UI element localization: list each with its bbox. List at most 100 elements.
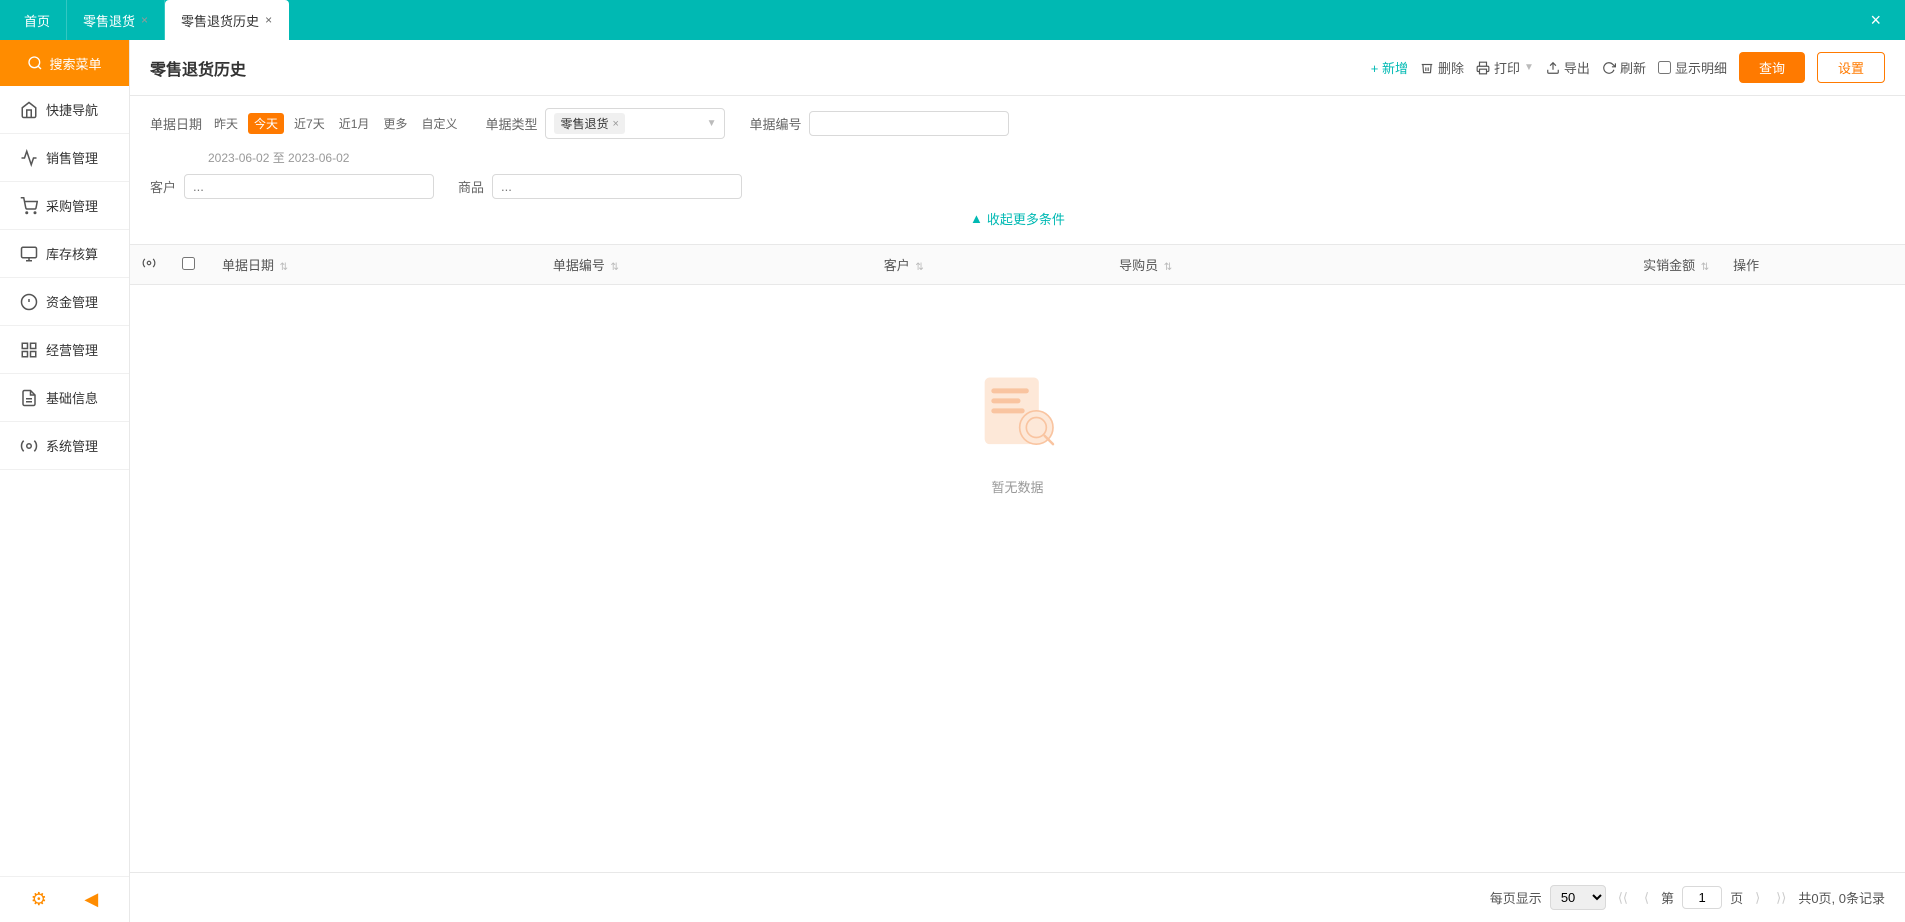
- page-unit: 页: [1730, 888, 1743, 907]
- per-page-select[interactable]: 10 20 50 100: [1550, 885, 1606, 910]
- col-customer[interactable]: 客户 ⇅: [872, 245, 1107, 285]
- sidebar-item-sales[interactable]: 销售管理: [0, 134, 129, 182]
- export-icon: [1546, 61, 1560, 75]
- tab-retail-return-history[interactable]: 零售退货历史 ×: [165, 0, 289, 40]
- tab-retail-return-label: 零售退货: [83, 11, 135, 30]
- page-prev-button[interactable]: ⟨: [1640, 888, 1653, 908]
- page-label: 第: [1661, 888, 1674, 907]
- page-summary: 共0页, 0条记录: [1798, 888, 1885, 907]
- goods-input[interactable]: [492, 174, 742, 199]
- sidebar-item-finance-label: 资金管理: [46, 292, 98, 311]
- col-date[interactable]: 单据日期 ⇅: [210, 245, 541, 285]
- finance-icon: [20, 293, 38, 311]
- sidebar-item-inventory-label: 库存核算: [46, 244, 98, 263]
- basic-info-icon: [20, 389, 38, 407]
- delete-icon: [1420, 61, 1434, 75]
- tab-retail-return[interactable]: 零售退货 ×: [67, 0, 165, 40]
- window-close-button[interactable]: ×: [1862, 10, 1889, 31]
- sidebar-item-system[interactable]: 系统管理: [0, 422, 129, 470]
- content-area: 零售退货历史 + 新增 删除 打印 ▼: [130, 40, 1905, 922]
- filter-item-date: 单据日期 昨天 今天 近7天 近1月 更多 自定义: [150, 113, 461, 134]
- date-btn-1month[interactable]: 近1月: [335, 113, 374, 134]
- date-btn-custom[interactable]: 自定义: [417, 113, 461, 134]
- query-button[interactable]: 查询: [1739, 52, 1805, 83]
- sidebar-item-quick-nav-label: 快捷导航: [46, 100, 98, 119]
- col-guide[interactable]: 导购员 ⇅: [1107, 245, 1390, 285]
- filter-row-1: 单据日期 昨天 今天 近7天 近1月 更多 自定义 单据类型: [150, 108, 1885, 139]
- type-tag: 零售退货 ×: [554, 113, 624, 134]
- goods-filter-label: 商品: [458, 177, 484, 196]
- pagination: 每页显示 10 20 50 100 ⟨⟨ ⟨ 第 页 ⟩ ⟩⟩ 共0页, 0条记…: [130, 872, 1905, 922]
- page-number-input[interactable]: [1682, 886, 1722, 909]
- type-select-chevron: ▼: [707, 118, 717, 129]
- table-settings-header[interactable]: [130, 245, 170, 285]
- data-table: 单据日期 ⇅ 单据编号 ⇅ 客户 ⇅ 导购员 ⇅: [130, 245, 1905, 576]
- customer-filter-label: 客户: [150, 177, 176, 196]
- delete-button[interactable]: 删除: [1420, 58, 1464, 77]
- date-btn-7days[interactable]: 近7天: [290, 113, 329, 134]
- tab-retail-return-history-close[interactable]: ×: [265, 13, 272, 27]
- sidebar-item-inventory[interactable]: 库存核算: [0, 230, 129, 278]
- sidebar-item-basic-info[interactable]: 基础信息: [0, 374, 129, 422]
- refresh-icon: [1602, 61, 1616, 75]
- top-bar: 首页 零售退货 × 零售退货历史 × ×: [0, 0, 1905, 40]
- date-filter-label: 单据日期: [150, 114, 202, 133]
- number-sort-icon: ⇅: [611, 262, 619, 273]
- date-btn-more[interactable]: 更多: [379, 113, 411, 134]
- collapse-label: 收起更多条件: [987, 209, 1065, 228]
- date-btn-today[interactable]: 今天: [248, 113, 284, 134]
- type-tag-close[interactable]: ×: [612, 118, 618, 130]
- select-all-checkbox[interactable]: [182, 257, 195, 270]
- management-icon: [20, 341, 38, 359]
- empty-state-icon: [968, 365, 1068, 465]
- sales-icon: [20, 149, 38, 167]
- date-sort-icon: ⇅: [280, 262, 288, 273]
- sidebar-item-purchase-label: 采购管理: [46, 196, 98, 215]
- page-header: 零售退货历史 + 新增 删除 打印 ▼: [130, 40, 1905, 96]
- sidebar-search[interactable]: 搜索菜单: [0, 40, 129, 86]
- sidebar-settings-button[interactable]: ⚙: [31, 889, 47, 910]
- page-last-button[interactable]: ⟩⟩: [1772, 888, 1790, 908]
- filter-item-goods: 商品: [458, 174, 742, 199]
- customer-input[interactable]: [184, 174, 434, 199]
- amount-sort-icon: ⇅: [1701, 262, 1709, 273]
- sidebar-item-management-label: 经营管理: [46, 340, 98, 359]
- page-first-button[interactable]: ⟨⟨: [1614, 888, 1632, 908]
- customer-sort-icon: ⇅: [915, 262, 923, 273]
- table-check-header[interactable]: [170, 245, 210, 285]
- add-button[interactable]: + 新增: [1371, 58, 1408, 77]
- refresh-button[interactable]: 刷新: [1602, 58, 1646, 77]
- main-layout: 搜索菜单 快捷导航 销售管理 采购管理 库存核算: [0, 40, 1905, 922]
- sidebar-item-quick-nav[interactable]: 快捷导航: [0, 86, 129, 134]
- settings-icon: [142, 256, 156, 270]
- filter-item-number: 单据编号: [749, 111, 1009, 136]
- sidebar-toggle-button[interactable]: ◀: [84, 889, 98, 910]
- table-header-row: 单据日期 ⇅ 单据编号 ⇅ 客户 ⇅ 导购员 ⇅: [130, 245, 1905, 285]
- tab-list: 首页 零售退货 × 零售退货历史 ×: [8, 0, 1862, 40]
- col-amount[interactable]: 实销金额 ⇅: [1390, 245, 1721, 285]
- show-detail-checkbox[interactable]: [1658, 61, 1671, 74]
- setting-button[interactable]: 设置: [1817, 52, 1885, 83]
- col-number[interactable]: 单据编号 ⇅: [541, 245, 872, 285]
- page-next-button[interactable]: ⟩: [1751, 888, 1764, 908]
- sidebar-search-label: 搜索菜单: [49, 54, 101, 73]
- sidebar-item-finance[interactable]: 资金管理: [0, 278, 129, 326]
- sidebar-bottom: ⚙ ◀: [0, 876, 129, 922]
- sidebar-item-purchase[interactable]: 采购管理: [0, 182, 129, 230]
- collapse-button[interactable]: ▲ 收起更多条件: [970, 209, 1065, 228]
- sidebar-item-management[interactable]: 经营管理: [0, 326, 129, 374]
- tab-retail-return-close[interactable]: ×: [141, 13, 148, 27]
- collapse-up-icon: ▲: [970, 211, 983, 226]
- filter-area: 单据日期 昨天 今天 近7天 近1月 更多 自定义 单据类型: [130, 96, 1905, 245]
- export-button[interactable]: 导出: [1546, 58, 1590, 77]
- type-filter-label: 单据类型: [485, 114, 537, 133]
- type-select[interactable]: 零售退货 × ▼: [545, 108, 725, 139]
- print-button[interactable]: 打印 ▼: [1476, 58, 1534, 77]
- date-btn-yesterday[interactable]: 昨天: [210, 113, 242, 134]
- tab-home[interactable]: 首页: [8, 0, 67, 40]
- date-range-display: 2023-06-02 至 2023-06-02: [208, 151, 349, 165]
- system-icon: [20, 437, 38, 455]
- filter-item-customer: 客户: [150, 174, 434, 199]
- date-shortcuts: 昨天 今天 近7天 近1月 更多 自定义: [210, 113, 461, 134]
- number-input[interactable]: [809, 111, 1009, 136]
